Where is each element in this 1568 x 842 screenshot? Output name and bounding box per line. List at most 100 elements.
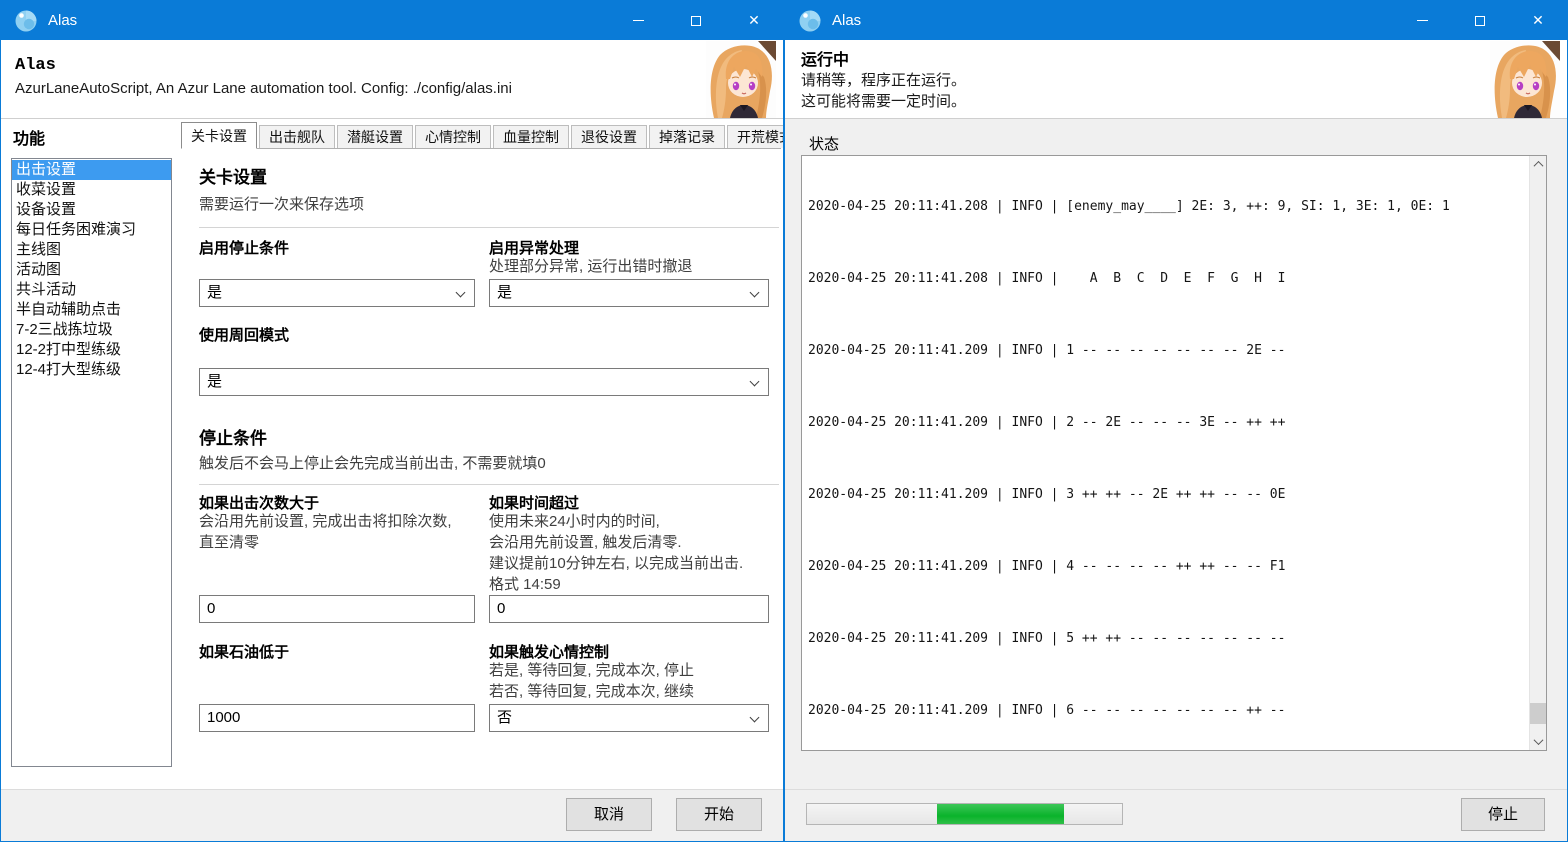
alas-logo-icon bbox=[798, 9, 822, 33]
count-desc: 会沿用先前设置, 完成出击将扣除次数,直至清零 bbox=[199, 511, 499, 553]
chevron-down-icon bbox=[750, 377, 760, 387]
log-line: 2020-04-25 20:11:41.209 | INFO | 2 -- 2E… bbox=[808, 414, 1546, 432]
tab[interactable]: 出击舰队 bbox=[259, 125, 335, 148]
running-line1: 请稍等，程序正在运行。 bbox=[801, 69, 966, 90]
sidebar-item[interactable]: 半自动辅助点击 bbox=[12, 300, 171, 320]
running-title: 运行中 bbox=[801, 46, 849, 70]
tab[interactable]: 关卡设置 bbox=[181, 122, 257, 149]
maximize-button[interactable] bbox=[1451, 1, 1509, 40]
enable-stop-label: 启用停止条件 bbox=[199, 237, 475, 258]
tab[interactable]: 血量控制 bbox=[493, 125, 569, 148]
sidebar-item[interactable]: 主线图 bbox=[12, 240, 171, 260]
loop-mode-value: 是 bbox=[207, 373, 222, 390]
section-desc: 需要运行一次来保存选项 bbox=[199, 194, 364, 215]
maximize-button[interactable] bbox=[667, 1, 725, 40]
loop-mode-select[interactable]: 是 bbox=[199, 368, 769, 396]
minimize-button[interactable] bbox=[1393, 1, 1451, 40]
maximize-icon bbox=[1475, 16, 1485, 26]
app-header: Alas AzurLaneAutoScript, An Azur Lane au… bbox=[1, 40, 783, 119]
sidebar-item[interactable]: 出击设置 bbox=[12, 160, 171, 180]
time-label: 如果时间超过 bbox=[489, 492, 769, 513]
emotion-select[interactable]: 否 bbox=[489, 704, 769, 732]
sidebar-item[interactable]: 共斗活动 bbox=[12, 280, 171, 300]
window-running: Alas ✕ 运行中 请稍等，程序正在运行。 这可能将需要一定时间。 bbox=[784, 0, 1568, 842]
time-value: 0 bbox=[497, 600, 505, 617]
window-title: Alas bbox=[48, 12, 77, 29]
log-line: 2020-04-25 20:11:41.209 | INFO | 5 ++ ++… bbox=[808, 630, 1546, 648]
oil-label: 如果石油低于 bbox=[199, 641, 475, 662]
tab[interactable]: 心情控制 bbox=[415, 125, 491, 148]
tab[interactable]: 退役设置 bbox=[571, 125, 647, 148]
maximize-icon bbox=[691, 16, 701, 26]
log-content: 2020-04-25 20:11:41.208 | INFO | [enemy_… bbox=[802, 155, 1546, 751]
time-desc: 使用未来24小时内的时间,会沿用先前设置, 触发后清零.建议提前10分钟左右, … bbox=[489, 511, 784, 595]
tab[interactable]: 开荒模式 bbox=[727, 125, 784, 148]
avatar bbox=[1490, 41, 1560, 118]
stop-condition-heading: 停止条件 bbox=[199, 424, 267, 449]
log-line: 2020-04-25 20:11:41.209 | INFO | 6 -- --… bbox=[808, 702, 1546, 720]
tab-panel-stage-settings: 关卡设置 需要运行一次来保存选项 启用停止条件 启用异常处理 处理部分异常, 运… bbox=[181, 149, 784, 791]
exception-label: 启用异常处理 bbox=[489, 237, 769, 258]
tabstrip: 关卡设置 出击舰队 潜艇设置 心情控制 血量控制 退役设置 掉落记录 开荒模式 bbox=[181, 123, 781, 149]
chevron-up-icon bbox=[1534, 161, 1544, 171]
oil-value: 1000 bbox=[207, 709, 240, 726]
sidebar-item[interactable]: 12-4打大型练级 bbox=[12, 360, 171, 380]
avatar bbox=[706, 41, 776, 118]
window-title: Alas bbox=[832, 12, 861, 29]
scroll-down-button[interactable] bbox=[1530, 733, 1547, 750]
log-line: 2020-04-25 20:11:41.209 | INFO | 3 ++ ++… bbox=[808, 486, 1546, 504]
sidebar-item[interactable]: 收菜设置 bbox=[12, 180, 171, 200]
status-area: 状态 2020-04-25 20:11:41.208 | INFO | [ene… bbox=[785, 119, 1567, 789]
loop-mode-label: 使用周回模式 bbox=[199, 324, 289, 345]
log-viewport[interactable]: 2020-04-25 20:11:41.208 | INFO | [enemy_… bbox=[801, 155, 1547, 751]
exception-select[interactable]: 是 bbox=[489, 279, 769, 307]
tab[interactable]: 潜艇设置 bbox=[337, 125, 413, 148]
chevron-down-icon bbox=[750, 288, 760, 298]
window-settings: Alas ✕ Alas AzurLaneAutoScript, An Azur … bbox=[0, 0, 784, 842]
scroll-up-button[interactable] bbox=[1530, 156, 1547, 173]
chevron-down-icon bbox=[750, 713, 760, 723]
close-button[interactable]: ✕ bbox=[725, 1, 783, 40]
tab[interactable]: 掉落记录 bbox=[649, 125, 725, 148]
enable-stop-value: 是 bbox=[207, 284, 222, 301]
count-value: 0 bbox=[207, 600, 215, 617]
stop-condition-desc: 触发后不会马上停止会先完成当前出击, 不需要就填0 bbox=[199, 453, 546, 474]
start-button[interactable]: 开始 bbox=[676, 798, 762, 831]
app-header: 运行中 请稍等，程序正在运行。 这可能将需要一定时间。 bbox=[785, 40, 1567, 119]
exception-desc: 处理部分异常, 运行出错时撤退 bbox=[489, 256, 769, 277]
alas-logo-icon bbox=[14, 9, 38, 33]
minimize-icon bbox=[633, 20, 644, 21]
sidebar-item[interactable]: 设备设置 bbox=[12, 200, 171, 220]
emotion-label: 如果触发心情控制 bbox=[489, 641, 769, 662]
sidebar-item[interactable]: 每日任务困难演习 bbox=[12, 220, 171, 240]
section-heading: 关卡设置 bbox=[199, 163, 267, 188]
time-input[interactable]: 0 bbox=[489, 595, 769, 623]
minimize-icon bbox=[1417, 20, 1428, 21]
app-subtitle: AzurLaneAutoScript, An Azur Lane automat… bbox=[15, 80, 512, 97]
log-line: 2020-04-25 20:11:41.208 | INFO | A B C D… bbox=[808, 270, 1546, 288]
sidebar-item[interactable]: 12-2打中型练级 bbox=[12, 340, 171, 360]
chevron-down-icon bbox=[1534, 735, 1544, 745]
oil-input[interactable]: 1000 bbox=[199, 704, 475, 732]
minimize-button[interactable] bbox=[609, 1, 667, 40]
scrollbar-thumb[interactable] bbox=[1530, 703, 1547, 724]
progress-bar-fill bbox=[937, 804, 1064, 824]
sidebar-item[interactable]: 7-2三战拣垃圾 bbox=[12, 320, 171, 340]
sidebar-item[interactable]: 活动图 bbox=[12, 260, 171, 280]
chevron-down-icon bbox=[456, 288, 466, 298]
count-input[interactable]: 0 bbox=[199, 595, 475, 623]
cancel-button[interactable]: 取消 bbox=[566, 798, 652, 831]
divider bbox=[199, 227, 779, 228]
exception-value: 是 bbox=[497, 284, 512, 301]
enable-stop-select[interactable]: 是 bbox=[199, 279, 475, 307]
function-list: 出击设置 收菜设置 设备设置 每日任务困难演习 主线图 活动图 共斗活动 半自动… bbox=[11, 158, 172, 767]
stop-button[interactable]: 停止 bbox=[1461, 798, 1545, 831]
close-icon: ✕ bbox=[1532, 12, 1544, 29]
progress-bar bbox=[806, 803, 1123, 825]
titlebar: Alas ✕ bbox=[1, 1, 783, 40]
close-icon: ✕ bbox=[748, 12, 760, 29]
divider bbox=[199, 484, 779, 485]
sidebar-heading: 功能 bbox=[13, 125, 45, 149]
log-scrollbar[interactable] bbox=[1529, 156, 1546, 750]
close-button[interactable]: ✕ bbox=[1509, 1, 1567, 40]
